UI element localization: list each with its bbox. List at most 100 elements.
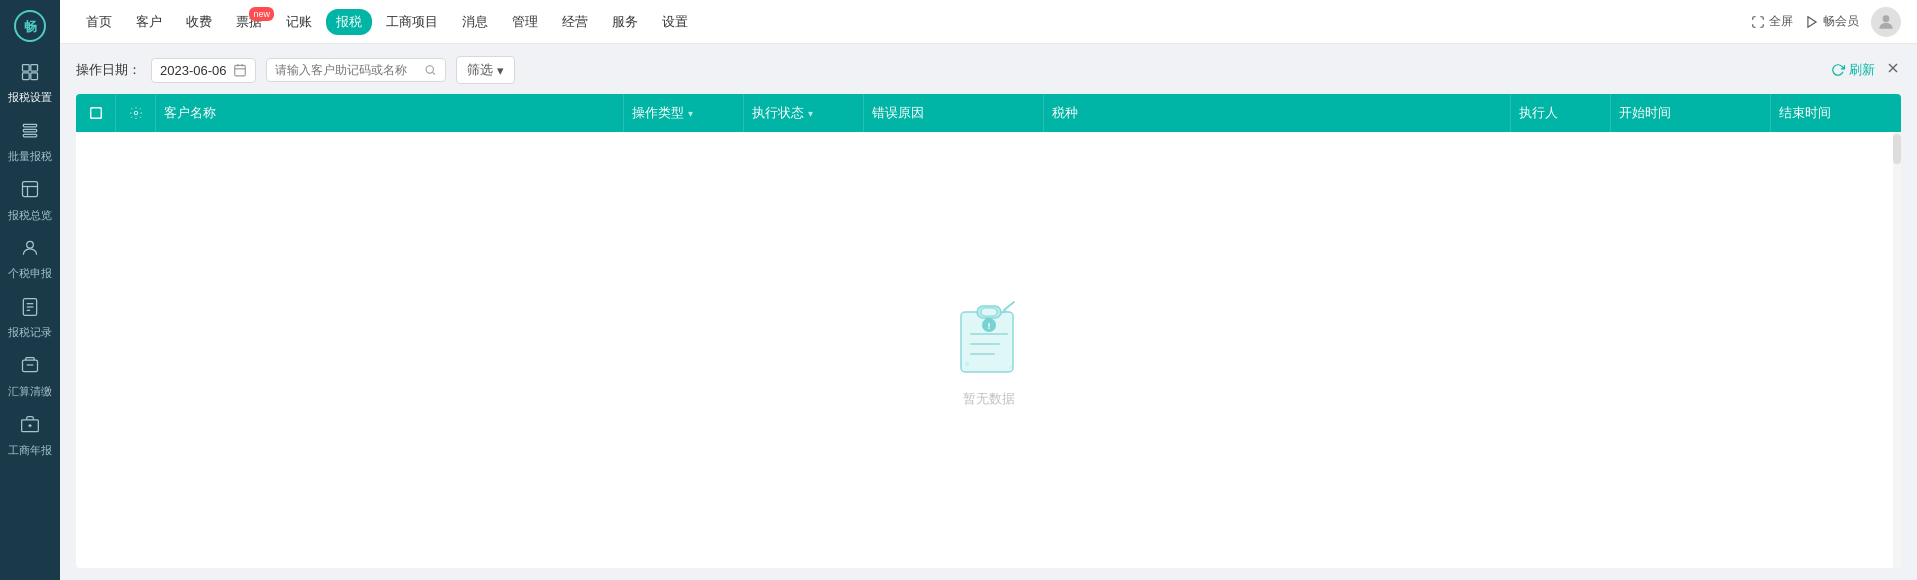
- scrollbar[interactable]: [1893, 132, 1901, 568]
- app-logo[interactable]: 畅: [12, 8, 48, 44]
- calendar-icon: [233, 63, 247, 77]
- th-tax-type: 税种: [1044, 94, 1512, 132]
- new-badge: new: [249, 7, 274, 22]
- svg-rect-3: [31, 65, 38, 72]
- user-avatar[interactable]: [1871, 7, 1901, 37]
- th-end-time: 结束时间: [1771, 94, 1901, 132]
- fullscreen-button[interactable]: 全屏: [1751, 13, 1793, 30]
- svg-point-33: [134, 111, 138, 115]
- svg-rect-4: [23, 73, 30, 80]
- fullscreen-icon: [1751, 15, 1765, 29]
- svg-rect-17: [23, 360, 38, 372]
- nav-item-management[interactable]: 管理: [502, 9, 548, 35]
- th-executor: 执行人: [1511, 94, 1611, 132]
- svg-marker-22: [1808, 16, 1816, 27]
- table-header: 客户名称 操作类型 ▾ 执行状态 ▾ 错误原因 税种 执行人: [76, 94, 1901, 132]
- date-label: 操作日期：: [76, 61, 141, 79]
- checkbox-icon: [89, 106, 103, 120]
- nav-item-settings[interactable]: 设置: [652, 9, 698, 35]
- sidebar-item-label: 报税总览: [8, 208, 52, 222]
- exec-status-filter-icon[interactable]: ▾: [808, 108, 813, 119]
- svg-rect-7: [23, 129, 36, 132]
- svg-rect-36: [981, 308, 997, 316]
- nav-item-accounts[interactable]: 记账: [276, 9, 322, 35]
- th-start-time: 开始时间: [1611, 94, 1771, 132]
- nav-item-business[interactable]: 工商项目: [376, 9, 448, 35]
- sidebar-item-batch-tax[interactable]: 批量报税: [0, 113, 60, 172]
- toolbar-right: 刷新: [1831, 60, 1901, 80]
- member-button[interactable]: 畅会员: [1805, 13, 1859, 30]
- nav-right: 全屏 畅会员: [1751, 7, 1901, 37]
- nav-item-home[interactable]: 首页: [76, 9, 122, 35]
- date-picker[interactable]: 2023-06-06: [151, 58, 256, 83]
- top-nav: 首页 客户 收费 票据 new 记账 报税 工商项目 消息 管理 经营 服务 设…: [60, 0, 1917, 44]
- th-checkbox[interactable]: [76, 94, 116, 132]
- svg-point-28: [426, 66, 433, 73]
- nav-item-billing[interactable]: 收费: [176, 9, 222, 35]
- svg-point-44: [965, 362, 969, 366]
- filter-button[interactable]: 筛选 ▾: [456, 56, 515, 84]
- nav-item-tax[interactable]: 报税: [326, 9, 372, 35]
- sidebar-item-tax-summary[interactable]: 报税总览: [0, 171, 60, 230]
- svg-rect-32: [90, 108, 101, 119]
- th-op-type: 操作类型 ▾: [624, 94, 744, 132]
- sidebar-item-tax-records[interactable]: 报税记录: [0, 289, 60, 348]
- empty-illustration: !: [949, 292, 1029, 382]
- tax-settings-icon: [20, 62, 40, 88]
- settings-icon: [129, 106, 143, 120]
- video-icon: [1805, 15, 1819, 29]
- sidebar-item-label: 个税申报: [8, 266, 52, 280]
- content-area: 操作日期： 2023-06-06 筛选 ▾: [60, 44, 1917, 580]
- sidebar-item-label: 报税设置: [8, 90, 52, 104]
- svg-rect-6: [23, 124, 36, 127]
- personal-tax-icon: [20, 238, 40, 264]
- sidebar-item-label: 报税记录: [8, 325, 52, 339]
- sidebar-item-annual-report[interactable]: 工商年报: [0, 406, 60, 465]
- filter-chevron-icon: ▾: [497, 63, 504, 78]
- th-customer: 客户名称: [156, 94, 624, 132]
- sidebar-item-label: 汇算清缴: [8, 384, 52, 398]
- th-error-reason: 错误原因: [864, 94, 1044, 132]
- nav-item-services[interactable]: 服务: [602, 9, 648, 35]
- refresh-label: 刷新: [1849, 61, 1875, 79]
- batch-tax-icon: [20, 121, 40, 147]
- svg-text:!: !: [987, 321, 990, 331]
- tax-summary-icon: [20, 179, 40, 205]
- nav-item-customers[interactable]: 客户: [126, 9, 172, 35]
- svg-point-23: [1883, 15, 1890, 22]
- refresh-icon: [1831, 63, 1845, 77]
- svg-line-29: [433, 72, 435, 74]
- svg-rect-5: [31, 73, 38, 80]
- tax-records-icon: [20, 297, 40, 323]
- filter-label: 筛选: [467, 61, 493, 79]
- empty-state: ! 暂无数据: [76, 132, 1901, 568]
- th-exec-status: 执行状态 ▾: [744, 94, 864, 132]
- svg-point-45: [1009, 366, 1012, 369]
- op-type-filter-icon[interactable]: ▾: [688, 108, 693, 119]
- sidebar-item-settlement[interactable]: 汇算清缴: [0, 347, 60, 406]
- table-container: 客户名称 操作类型 ▾ 执行状态 ▾ 错误原因 税种 执行人: [76, 94, 1901, 568]
- close-icon: [1885, 60, 1901, 76]
- date-value: 2023-06-06: [160, 63, 227, 78]
- sidebar-item-label: 批量报税: [8, 149, 52, 163]
- th-settings[interactable]: [116, 94, 156, 132]
- annual-report-icon: [20, 414, 40, 440]
- nav-item-messages[interactable]: 消息: [452, 9, 498, 35]
- svg-rect-8: [23, 134, 36, 137]
- svg-rect-9: [23, 182, 38, 197]
- nav-item-operations[interactable]: 经营: [552, 9, 598, 35]
- scroll-thumb[interactable]: [1893, 134, 1901, 164]
- sidebar-item-personal-tax[interactable]: 个税申报: [0, 230, 60, 289]
- refresh-button[interactable]: 刷新: [1831, 61, 1875, 79]
- settlement-icon: [20, 355, 40, 381]
- toolbar: 操作日期： 2023-06-06 筛选 ▾: [76, 56, 1901, 84]
- close-button[interactable]: [1885, 60, 1901, 80]
- nav-item-invoices[interactable]: 票据 new: [226, 9, 272, 35]
- sidebar-item-tax-settings[interactable]: 报税设置: [0, 54, 60, 113]
- search-input[interactable]: [275, 63, 420, 77]
- svg-rect-2: [23, 65, 30, 72]
- fullscreen-label: 全屏: [1769, 13, 1793, 30]
- nav-items: 首页 客户 收费 票据 new 记账 报税 工商项目 消息 管理 经营 服务 设…: [76, 9, 1751, 35]
- avatar-icon: [1876, 12, 1896, 32]
- search-box[interactable]: [266, 58, 446, 82]
